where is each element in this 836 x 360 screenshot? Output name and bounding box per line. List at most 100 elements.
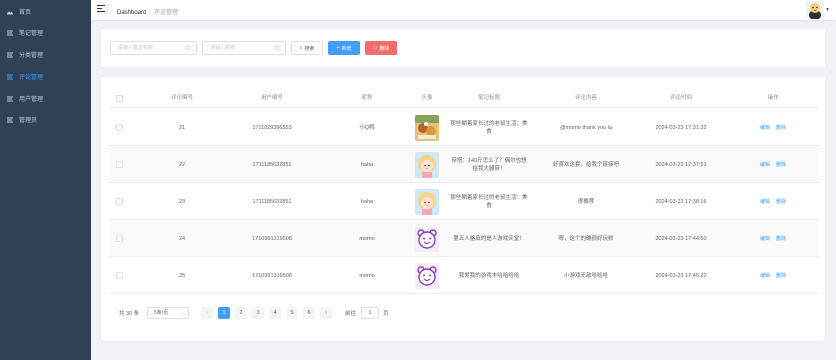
table-row: 23 1711185632851 haha 那些躺着家长过的老鼠生活：美食 很推…: [109, 183, 819, 220]
goto-unit: 页: [383, 311, 389, 317]
cell-comment-time: 2024-03-23 17:38:16: [655, 198, 707, 205]
cell-comment-time: 2024-03-23 17:31:32: [655, 124, 707, 131]
cell-comment-content: 很推荐: [577, 198, 595, 205]
table-header: 评论编号 用户编号 昵称 头像 笔记标题 评论内容 评论时间 操作: [109, 88, 819, 108]
row-checkbox[interactable]: [115, 198, 123, 205]
delete-link[interactable]: 删除: [776, 235, 786, 243]
search-icon: ⌕: [299, 45, 303, 51]
sidebar-item-comments[interactable]: 评论管理: [0, 66, 91, 87]
cell-actions: 编辑 删除: [743, 183, 803, 220]
cell-nickname: haha: [360, 198, 374, 205]
col-avatar: 头像: [421, 95, 433, 101]
page-6-button[interactable]: 6: [303, 307, 315, 319]
cell-comment-time: 2024-03-23 17:37:51: [655, 161, 707, 168]
user-menu[interactable]: ▼: [806, 1, 830, 19]
page-3-button[interactable]: 3: [252, 307, 264, 319]
cell-comment-id: 23: [178, 198, 186, 205]
edit-link[interactable]: 编辑: [760, 272, 770, 280]
nickname-search-input[interactable]: 请输入昵称: [202, 41, 286, 55]
input-placeholder: 请输入笔记标题: [118, 45, 154, 51]
edit-link[interactable]: 编辑: [760, 198, 770, 206]
select-all-checkbox[interactable]: [115, 94, 123, 102]
sidebar-item-categories[interactable]: 分类管理: [0, 44, 91, 65]
col-comment-time: 评论时间: [669, 95, 692, 101]
col-nickname: 昵称: [361, 95, 373, 101]
cell-user-id: 1711029396553: [252, 124, 292, 131]
sidebar: 首页 笔记管理 分类管理 评论管理 用户管理 管理员: [0, 0, 91, 360]
search-icon: [274, 44, 280, 51]
cell-comment-id: 21: [178, 124, 186, 131]
page-size-select[interactable]: 5条/页 ⌄: [147, 307, 189, 319]
goto-page-input[interactable]: 1: [361, 307, 379, 319]
cell-comment-time: 2024-03-23 17:45:22: [655, 272, 707, 279]
girl-cartoon-avatar: [415, 151, 439, 178]
cell-actions: 编辑 删除: [743, 257, 803, 294]
cell-comment-id: 24: [178, 235, 186, 242]
table-row: 25 1710991319508 momo 我爱我的游戏丰哈哈哈哈 小游戏无敌哈…: [109, 257, 819, 294]
hamburger-icon[interactable]: [97, 5, 105, 13]
breadcrumb-separator: /: [149, 10, 152, 16]
sidebar-item-label: 管理员: [19, 118, 38, 124]
search-button[interactable]: ⌕ 搜索: [291, 41, 323, 55]
page-1-button[interactable]: 1: [218, 307, 230, 319]
prev-page-button[interactable]: ‹: [201, 307, 213, 319]
cell-avatar: [412, 146, 442, 183]
row-checkbox-cell: [109, 220, 129, 257]
delete-link[interactable]: 删除: [776, 272, 786, 280]
cell-user-id: 1710991319508: [252, 235, 292, 242]
list-icon: [6, 51, 14, 59]
cell-comment-id: 22: [178, 161, 186, 168]
list-icon: [6, 116, 14, 124]
row-checkbox[interactable]: [115, 235, 123, 242]
add-button[interactable]: + 新增: [328, 41, 360, 55]
cell-note-title: 那些躺着家长过的老鼠生活：美食: [450, 194, 528, 209]
comments-table-panel: 评论编号 用户编号 昵称 头像 笔记标题 评论内容 评论时间 操作 21 171…: [100, 76, 826, 342]
delete-link[interactable]: 删除: [776, 198, 786, 206]
delete-link[interactable]: 删除: [776, 124, 786, 132]
cell-avatar: [412, 183, 442, 220]
edit-link[interactable]: 编辑: [760, 235, 770, 243]
sidebar-item-admins[interactable]: 管理员: [0, 109, 91, 130]
cell-avatar: [412, 220, 442, 257]
row-checkbox[interactable]: [115, 161, 123, 168]
note-title-search-input[interactable]: 请输入笔记标题: [110, 41, 197, 55]
button-label: 新增: [341, 45, 352, 52]
goto-label: 前往: [345, 311, 357, 317]
input-placeholder: 请输入昵称: [210, 45, 236, 51]
page-4-button[interactable]: 4: [269, 307, 281, 319]
page-2-button[interactable]: 2: [235, 307, 247, 319]
row-checkbox-cell: [109, 109, 129, 146]
row-checkbox-cell: [109, 257, 129, 294]
row-checkbox-cell: [109, 183, 129, 220]
cell-comment-content: 小游戏无敌哈哈哈: [563, 272, 608, 279]
chevron-down-icon: ⌄: [179, 310, 184, 316]
col-comment-content: 评论内容: [574, 95, 597, 101]
page-5-button[interactable]: 5: [286, 307, 298, 319]
edit-link[interactable]: 编辑: [760, 124, 770, 132]
purple-bear-avatar: [415, 225, 439, 252]
col-actions: 操作: [767, 95, 779, 101]
sidebar-item-label: 用户管理: [19, 97, 44, 103]
page-size-value: 5条/页: [154, 310, 169, 316]
edit-link[interactable]: 编辑: [760, 161, 770, 169]
row-checkbox[interactable]: [115, 272, 123, 279]
cell-nickname: 小Q鸭: [359, 124, 375, 131]
breadcrumb-home[interactable]: Dashboard: [117, 10, 146, 16]
cell-actions: 编辑 删除: [743, 146, 803, 183]
sidebar-item-label: 首页: [19, 10, 32, 16]
next-page-button[interactable]: ›: [320, 307, 332, 319]
delete-link[interactable]: 删除: [776, 161, 786, 169]
sidebar-item-notes[interactable]: 笔记管理: [0, 22, 91, 43]
cell-actions: 编辑 删除: [743, 220, 803, 257]
sidebar-item-label: 笔记管理: [19, 31, 44, 37]
cell-comment-id: 25: [178, 272, 186, 279]
cell-actions: 编辑 删除: [743, 109, 803, 146]
batch-delete-button[interactable]: ▭ 删除: [365, 41, 397, 55]
sidebar-item-users[interactable]: 用户管理: [0, 88, 91, 109]
search-icon: [185, 44, 191, 51]
row-checkbox[interactable]: [115, 124, 123, 131]
food-photo-avatar: [415, 114, 439, 141]
chevron-left-icon: ‹: [206, 310, 208, 316]
cell-comment-time: 2024-03-23 17:44:50: [655, 235, 707, 242]
sidebar-item-home[interactable]: 首页: [0, 1, 91, 22]
